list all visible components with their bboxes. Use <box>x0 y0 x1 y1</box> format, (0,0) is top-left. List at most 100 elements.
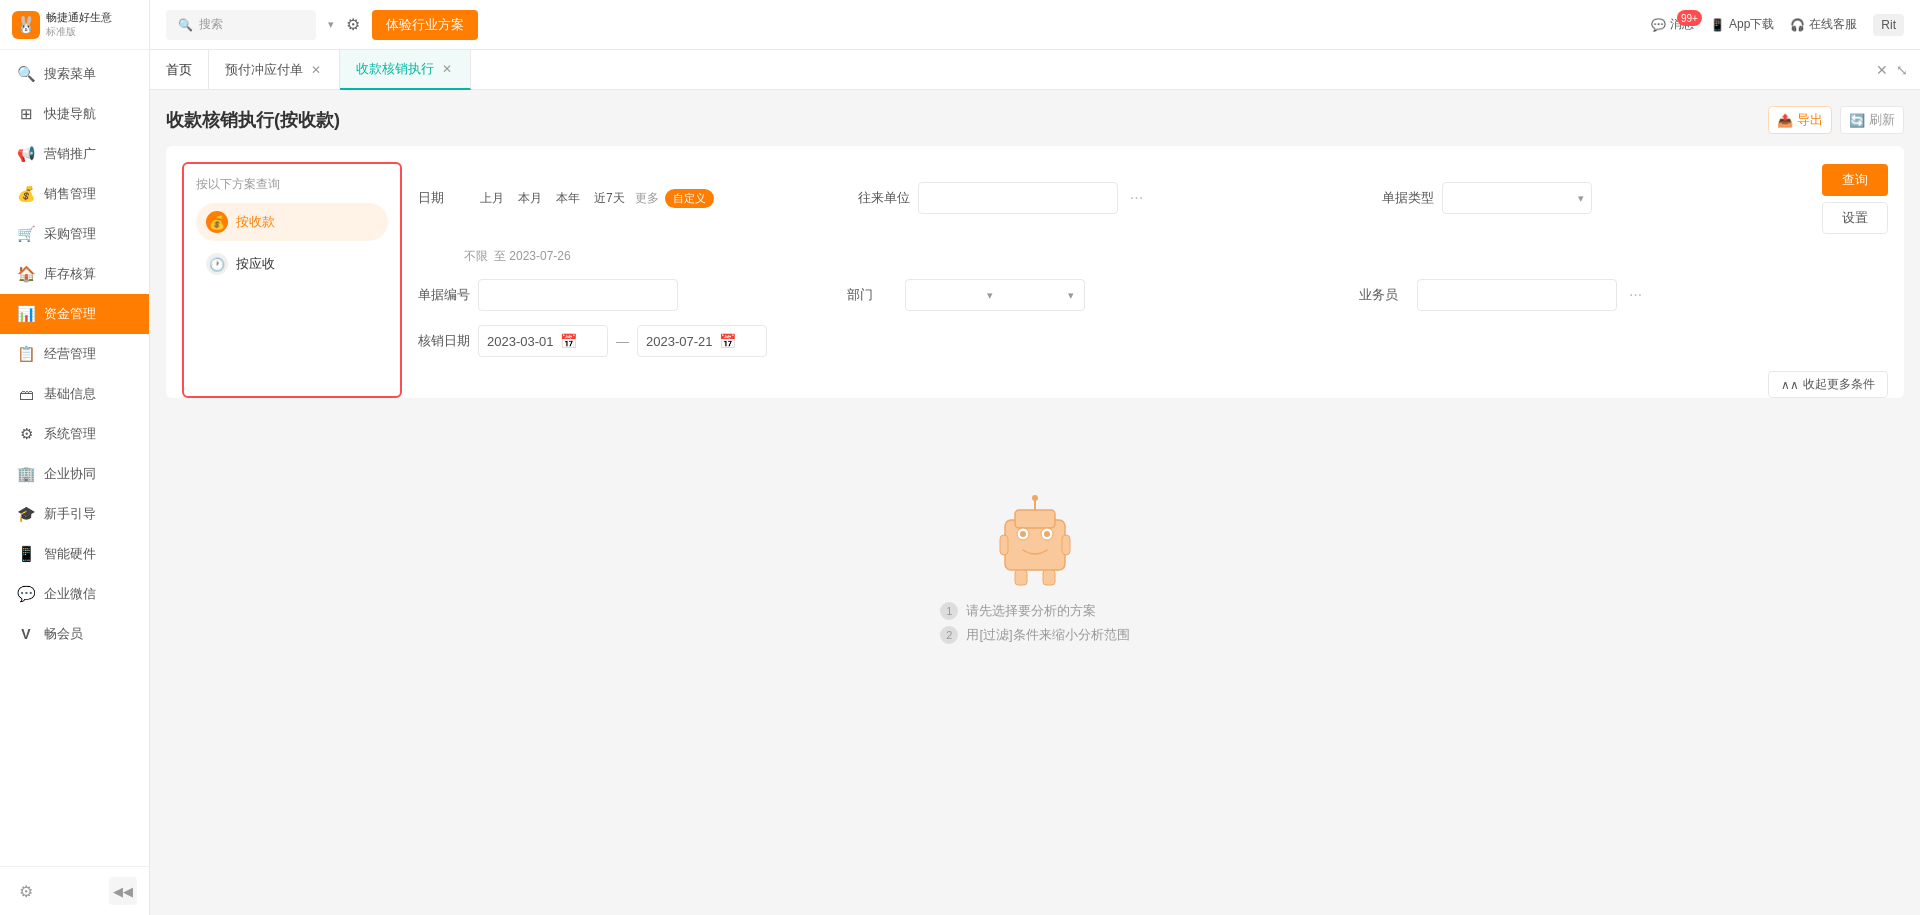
topbar-search[interactable]: 🔍 搜索 <box>166 10 316 40</box>
tabbar: 首页 预付冲应付单 ✕ 收款核销执行 ✕ ✕ ⤡ <box>150 50 1920 90</box>
page-title: 收款核销执行(按收款) <box>166 108 340 132</box>
finance-icon: 📊 <box>16 304 36 324</box>
sidebar-item-finance[interactable]: 📊 资金管理 <box>0 294 149 334</box>
collapse-label: 收起更多条件 <box>1803 376 1875 393</box>
sidebar-item-sales[interactable]: 💰 销售管理 <box>0 174 149 214</box>
sidebar-item-hardware[interactable]: 📱 智能硬件 <box>0 534 149 574</box>
sidebar-item-search-menu[interactable]: 🔍 搜索菜单 <box>0 54 149 94</box>
doctype-select[interactable] <box>1442 182 1592 214</box>
partner-input[interactable] <box>918 182 1118 214</box>
sales-label: 业务员 <box>1359 286 1409 304</box>
tab-prepay[interactable]: 预付冲应付单 ✕ <box>209 50 340 90</box>
filter-writeoff-date-field: 核销日期 2023-03-01 📅 — 2023-07-21 📅 <box>418 325 1888 357</box>
topbar-chevron-icon[interactable]: ▾ <box>328 18 334 31</box>
sidebar-item-purchase[interactable]: 🛒 采购管理 <box>0 214 149 254</box>
writeoff-date-start-input[interactable]: 2023-03-01 📅 <box>478 325 608 357</box>
sidebar-item-guide[interactable]: 🎓 新手引导 <box>0 494 149 534</box>
filter-dept-field: 部门 ▾ <box>847 279 1343 311</box>
sidebar-item-label: 销售管理 <box>44 185 96 203</box>
sidebar-item-label: 资金管理 <box>44 305 96 323</box>
sidebar-item-label: 快捷导航 <box>44 105 96 123</box>
sidebar-item-quick-nav[interactable]: ⊞ 快捷导航 <box>0 94 149 134</box>
filter-option-label-collection: 按收款 <box>236 213 275 231</box>
tab-collection-close[interactable]: ✕ <box>440 60 454 78</box>
settings-icon[interactable]: ⚙ <box>12 877 40 905</box>
topbar-search-icon: 🔍 <box>178 18 193 32</box>
sidebar-item-label: 经营管理 <box>44 345 96 363</box>
search-menu-icon: 🔍 <box>16 64 36 84</box>
topbar-app-download[interactable]: 📱 App下载 <box>1710 16 1774 33</box>
enterprise-icon: 🏢 <box>16 464 36 484</box>
sidebar-collapse-button[interactable]: ◀◀ <box>109 877 137 905</box>
tab-collection-label: 收款核销执行 <box>356 60 434 78</box>
sidebar-item-wechat[interactable]: 💬 企业微信 <box>0 574 149 614</box>
writeoff-date-start-calendar-icon[interactable]: 📅 <box>560 333 577 349</box>
filter-docno-field: 单据编号 <box>418 279 831 311</box>
tab-prepay-close[interactable]: ✕ <box>309 61 323 79</box>
svg-point-11 <box>1032 495 1038 501</box>
marketing-icon: 📢 <box>16 144 36 164</box>
doctype-select-wrap <box>1442 182 1592 214</box>
topbar-gear-icon[interactable]: ⚙ <box>346 15 360 34</box>
sales-input[interactable] <box>1417 279 1617 311</box>
date-shortcut-this-year[interactable]: 本年 <box>552 188 584 209</box>
filter-date-field: 日期 上月 本月 本年 近7天 更多 自定义 <box>418 188 842 209</box>
topbar-search-placeholder: 搜索 <box>199 16 223 33</box>
svg-rect-7 <box>1062 535 1070 555</box>
svg-rect-1 <box>1015 510 1055 528</box>
filter-doctype-field: 单据类型 <box>1382 182 1806 214</box>
basic-icon: 🗃 <box>16 384 36 404</box>
sidebar-item-label: 搜索菜单 <box>44 65 96 83</box>
sidebar-item-enterprise[interactable]: 🏢 企业协同 <box>0 454 149 494</box>
sidebar-item-marketing[interactable]: 📢 营销推广 <box>0 134 149 174</box>
filter-option-by-collection[interactable]: 💰 按收款 <box>196 203 388 241</box>
writeoff-date-end-calendar-icon[interactable]: 📅 <box>719 333 736 349</box>
quick-nav-icon: ⊞ <box>16 104 36 124</box>
date-shortcut-7days[interactable]: 近7天 <box>590 188 629 209</box>
collapse-button[interactable]: ∧∧ 收起更多条件 <box>1768 371 1888 398</box>
messages-badge: 99+ <box>1677 10 1702 26</box>
sidebar-item-member[interactable]: V 畅会员 <box>0 614 149 654</box>
tab-home[interactable]: 首页 <box>150 50 209 90</box>
dept-chevron-icon: ▾ <box>987 289 993 302</box>
sidebar-item-basic[interactable]: 🗃 基础信息 <box>0 374 149 414</box>
partner-dots-icon[interactable]: ··· <box>1126 189 1147 207</box>
topbar-messages[interactable]: 💬 消息 99+ <box>1651 16 1694 33</box>
filter-actions: 查询 设置 <box>1822 162 1888 234</box>
docno-input[interactable] <box>478 279 678 311</box>
logo-subtitle: 标准版 <box>46 25 112 39</box>
filter-option-label-receivable: 按应收 <box>236 255 275 273</box>
sidebar-nav: 🔍 搜索菜单 ⊞ 快捷导航 📢 营销推广 💰 销售管理 🛒 采购管理 🏠 库存核… <box>0 50 149 866</box>
member-icon: V <box>16 624 36 644</box>
date-shortcut-last-month[interactable]: 上月 <box>476 188 508 209</box>
sidebar-item-system[interactable]: ⚙ 系统管理 <box>0 414 149 454</box>
topbar-online-service[interactable]: 🎧 在线客服 <box>1790 16 1857 33</box>
refresh-icon: 🔄 <box>1849 113 1865 128</box>
filter-option-by-receivable[interactable]: 🕐 按应收 <box>196 245 388 283</box>
tab-home-label: 首页 <box>166 61 192 79</box>
wechat-icon: 💬 <box>16 584 36 604</box>
tab-collection[interactable]: 收款核销执行 ✕ <box>340 50 471 90</box>
page-actions: 📤 导出 🔄 刷新 <box>1768 106 1904 134</box>
sidebar-item-label: 企业微信 <box>44 585 96 603</box>
solution-button[interactable]: 体验行业方案 <box>372 10 478 40</box>
sidebar-item-operation[interactable]: 📋 经营管理 <box>0 334 149 374</box>
refresh-button[interactable]: 🔄 刷新 <box>1840 106 1904 134</box>
refresh-label: 刷新 <box>1869 111 1895 129</box>
tab-expand-icon[interactable]: ⤡ <box>1896 62 1908 78</box>
page-header: 收款核销执行(按收款) 📤 导出 🔄 刷新 <box>166 106 1904 134</box>
sales-dots-icon[interactable]: ··· <box>1625 286 1646 304</box>
date-shortcut-more[interactable]: 更多 <box>635 190 659 207</box>
date-shortcut-this-month[interactable]: 本月 <box>514 188 546 209</box>
topbar-user[interactable]: Rit <box>1873 14 1904 36</box>
dept-select[interactable]: ▾ <box>905 279 1085 311</box>
sidebar-item-inventory[interactable]: 🏠 库存核算 <box>0 254 149 294</box>
setting-button[interactable]: 设置 <box>1822 202 1888 234</box>
export-button[interactable]: 📤 导出 <box>1768 106 1832 134</box>
tabbar-actions: ✕ ⤡ <box>1864 62 1920 78</box>
query-button[interactable]: 查询 <box>1822 164 1888 196</box>
sidebar-item-label: 企业协同 <box>44 465 96 483</box>
tab-close-all-icon[interactable]: ✕ <box>1876 62 1888 78</box>
writeoff-date-end-input[interactable]: 2023-07-21 📅 <box>637 325 767 357</box>
date-shortcut-custom[interactable]: 自定义 <box>665 189 714 208</box>
